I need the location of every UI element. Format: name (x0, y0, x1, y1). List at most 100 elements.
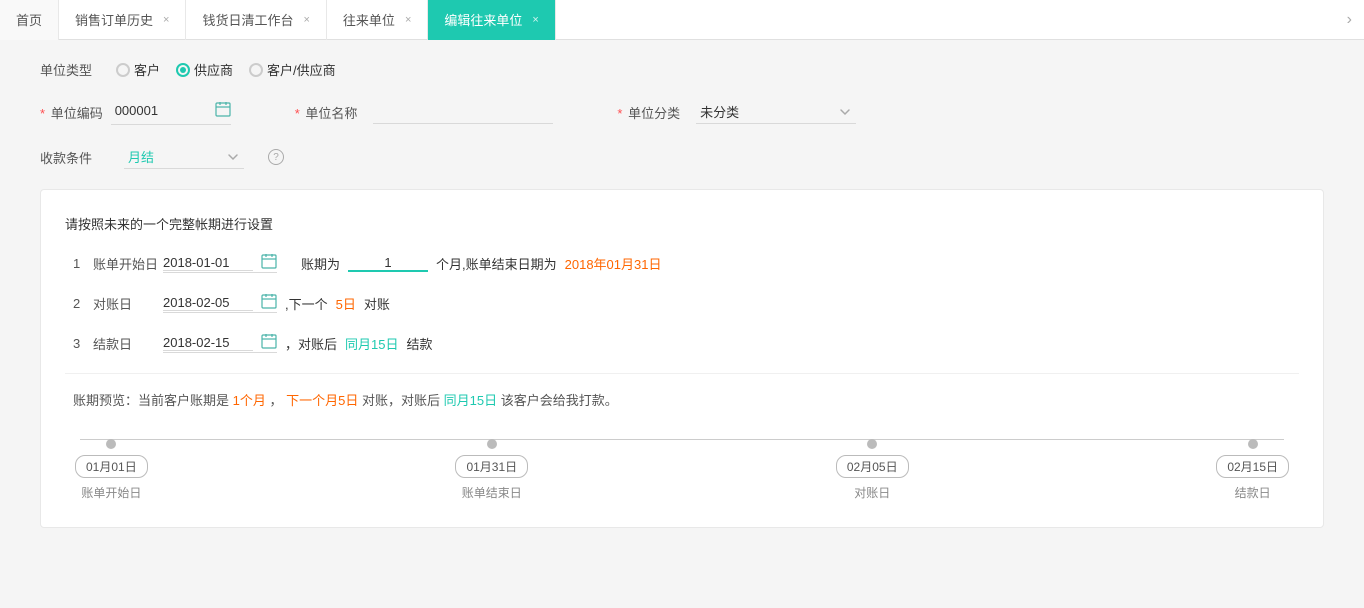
preview-p1: 1个月 (233, 393, 266, 408)
tl-node-3: 02月05日 对账日 (836, 439, 909, 501)
radio-supplier-circle (176, 63, 190, 77)
payment-row: 收款条件 月结 ? (40, 145, 1324, 169)
tab-cash-work-close[interactable]: × (303, 14, 309, 26)
payment-select[interactable]: 月结 (124, 145, 244, 169)
tl-badge-3: 02月05日 (836, 455, 909, 478)
payment-suffix-2: 结款 (406, 334, 432, 353)
preview-p3: 同月15日 (444, 393, 497, 408)
payment-chevron (226, 150, 240, 164)
tl-dot-1 (106, 439, 116, 449)
setting-label-1: 账单开始日 (93, 254, 163, 273)
preview-p2-sep: 对账，对账后 (362, 393, 440, 408)
reconcile-date-calendar-icon[interactable] (261, 293, 277, 312)
unit-type-row: 单位类型 客户 供应商 客户/供应商 (40, 60, 1324, 79)
tl-badge-2: 01月31日 (455, 455, 528, 478)
payment-date-wrap (163, 333, 277, 353)
payment-suffix-1: ，对账后 (285, 334, 337, 353)
setting-value-3: ，对账后 同月15日 结款 (163, 333, 433, 353)
tl-dot-2 (487, 439, 497, 449)
tl-dot-4 (1248, 439, 1258, 449)
unit-type-label: 单位类型 (40, 60, 92, 79)
preview-text: 账期预览：当前客户账期是 1个月 ， 下一个月5日 对账，对账后 同月15日 该… (65, 390, 1299, 409)
unit-name-label: * 单位名称 (295, 103, 358, 122)
unit-category-select[interactable]: 未分类 (696, 100, 856, 124)
payment-help-icon[interactable]: ? (268, 149, 284, 165)
tl-node-1: 01月01日 账单开始日 (75, 439, 148, 501)
reconcile-suffix-2: 对账 (364, 294, 390, 313)
preview-label: 账期预览：当前客户账期是 (73, 393, 229, 408)
payment-date-input[interactable] (163, 335, 253, 351)
unit-code-label: * 单位编码 (40, 103, 103, 122)
tab-edit-partner-close[interactable]: × (532, 14, 538, 26)
tl-node-2: 01月31日 账单结束日 (455, 439, 528, 501)
tab-home[interactable]: 首页 (0, 0, 59, 40)
tab-partner-close[interactable]: × (405, 14, 411, 26)
tab-sales-history-close[interactable]: × (163, 14, 169, 26)
tab-expand-button[interactable]: › (1335, 11, 1364, 29)
tl-caption-4: 结款日 (1235, 484, 1271, 501)
unit-code-input-wrap (111, 99, 231, 125)
tl-badge-4: 02月15日 (1216, 455, 1289, 478)
unit-category-group: * 单位分类 未分类 (617, 100, 856, 124)
payment-label: 收款条件 (40, 148, 92, 167)
tab-edit-partner[interactable]: 编辑往来单位 × (428, 0, 555, 40)
setting-label-2: 对账日 (93, 294, 163, 313)
setting-row-2: 2 对账日 ,下一个 5日 对账 (65, 293, 1299, 313)
unit-info-row: * 单位编码 * 单位名称 河南供应商22 * 单位分类 未分类 (40, 99, 1324, 125)
radio-both-circle (249, 63, 263, 77)
tab-bar: 首页 销售订单历史 × 钱货日清工作台 × 往来单位 × 编辑往来单位 × › (0, 0, 1364, 40)
card-instruction: 请按照未来的一个完整帐期进行设置 (65, 214, 1299, 233)
setting-value-2: ,下一个 5日 对账 (163, 293, 390, 313)
payment-day-highlight: 同月15日 (345, 334, 398, 353)
period-suffix: 个月,账单结束日期为 (436, 254, 557, 273)
unit-code-input[interactable] (111, 99, 211, 122)
tab-cash-work[interactable]: 钱货日清工作台 × (186, 0, 326, 40)
tl-node-4: 02月15日 结款日 (1216, 439, 1289, 501)
tab-home-label: 首页 (16, 10, 42, 29)
tab-sales-history[interactable]: 销售订单历史 × (59, 0, 186, 40)
tl-caption-1: 账单开始日 (81, 484, 141, 501)
start-date-wrap (163, 253, 277, 273)
payment-value: 月结 (128, 147, 218, 166)
unit-code-picker-icon[interactable] (215, 101, 231, 120)
radio-supplier[interactable]: 供应商 (176, 60, 233, 79)
page-content: 单位类型 客户 供应商 客户/供应商 * 单位编码 (0, 40, 1364, 608)
radio-customer[interactable]: 客户 (116, 60, 160, 79)
reconcile-suffix-1: ,下一个 (285, 294, 328, 313)
reconcile-day-highlight: 5日 (336, 294, 356, 313)
setting-num-1: 1 (73, 256, 93, 271)
tl-caption-3: 对账日 (854, 484, 890, 501)
reconcile-date-input[interactable] (163, 295, 253, 311)
radio-supplier-label: 供应商 (194, 60, 233, 79)
setting-value-1: 账期为 个月,账单结束日期为 2018年01月31日 (163, 253, 661, 273)
unit-category-label: * 单位分类 (617, 103, 680, 122)
unit-name-input[interactable]: 河南供应商22 (373, 100, 553, 124)
preview-p2: 下一个月5日 (286, 393, 358, 408)
reconcile-date-wrap (163, 293, 277, 313)
timeline-section: 01月01日 账单开始日 01月31日 账单结束日 02月05日 对账日 (65, 429, 1299, 511)
period-input[interactable] (348, 255, 428, 272)
start-date-calendar-icon[interactable] (261, 253, 277, 272)
setting-label-3: 结款日 (93, 334, 163, 353)
tab-sales-history-label: 销售订单历史 (75, 10, 153, 29)
tl-badge-1: 01月01日 (75, 455, 148, 478)
unit-type-radio-group: 客户 供应商 客户/供应商 (116, 60, 336, 79)
setting-num-3: 3 (73, 336, 93, 351)
timeline-line (80, 439, 1284, 440)
radio-customer-label: 客户 (134, 60, 160, 79)
radio-both[interactable]: 客户/供应商 (249, 60, 336, 79)
start-date-input[interactable] (163, 255, 253, 271)
tab-cash-work-label: 钱货日清工作台 (202, 10, 293, 29)
radio-customer-circle (116, 63, 130, 77)
tl-dot-3 (867, 439, 877, 449)
settings-card: 请按照未来的一个完整帐期进行设置 1 账单开始日 账期为 个月,账单结束日期为 … (40, 189, 1324, 528)
tab-edit-partner-label: 编辑往来单位 (444, 10, 522, 29)
tab-partner[interactable]: 往来单位 × (327, 0, 428, 40)
payment-date-calendar-icon[interactable] (261, 333, 277, 352)
setting-row-1: 1 账单开始日 账期为 个月,账单结束日期为 2018年01月31日 (65, 253, 1299, 273)
setting-num-2: 2 (73, 296, 93, 311)
radio-both-label: 客户/供应商 (267, 60, 336, 79)
period-prefix: 账期为 (301, 254, 340, 273)
preview-p1-sep: ， (270, 393, 283, 408)
unit-code-group: * 单位编码 (40, 99, 231, 125)
